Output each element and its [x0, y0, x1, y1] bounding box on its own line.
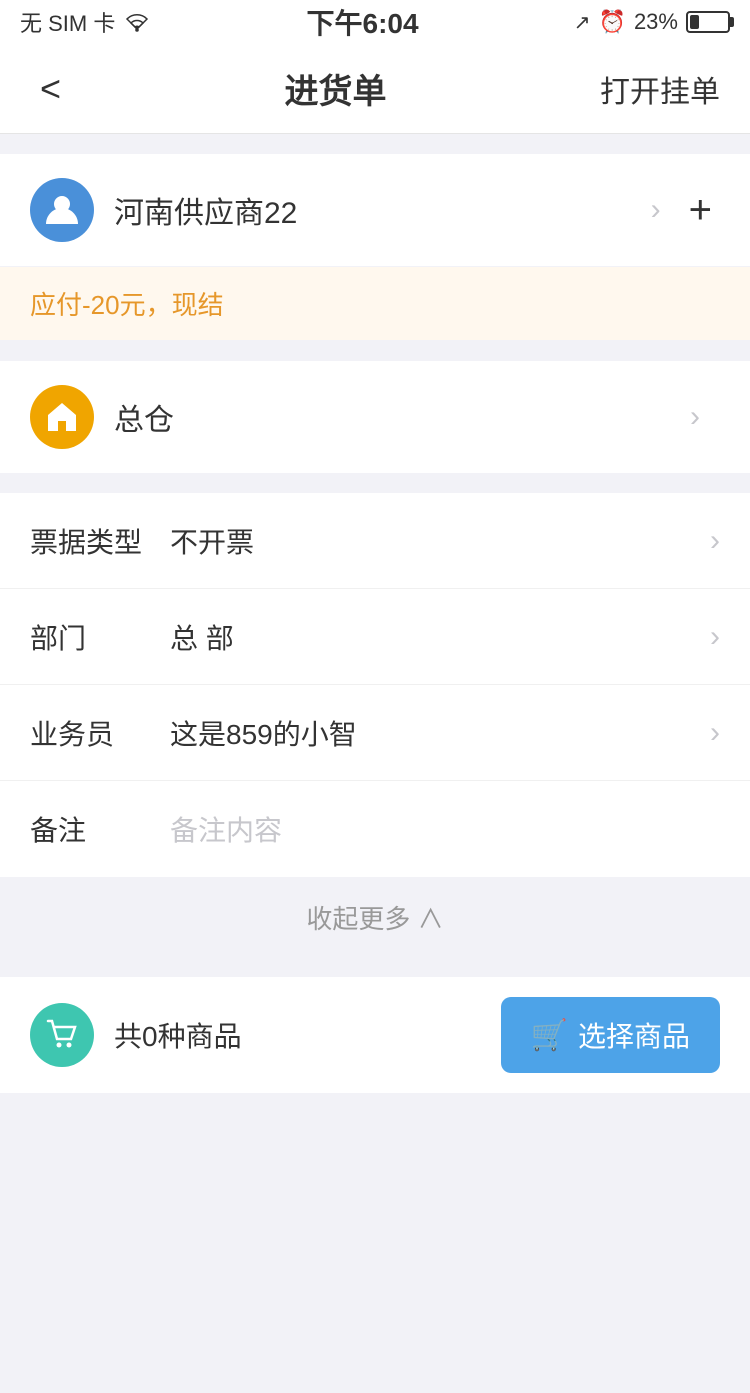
- battery-text: 23%: [634, 9, 678, 35]
- battery-icon: [686, 11, 730, 33]
- supplier-row[interactable]: 河南供应商22 › +: [0, 154, 750, 267]
- product-count: 共0种商品: [114, 1015, 501, 1055]
- salesperson-value: 这是859的小智: [150, 713, 710, 753]
- alert-banner: 应付-20元，现结: [0, 267, 750, 340]
- back-button[interactable]: <: [30, 58, 71, 120]
- invoice-type-chevron-icon: ›: [710, 524, 720, 558]
- carrier-text: 无 SIM 卡: [20, 6, 115, 38]
- section-gap-2: [0, 340, 750, 360]
- supplier-chevron-icon: ›: [651, 193, 661, 227]
- select-btn-label: 选择商品: [578, 1015, 690, 1055]
- form-section: 票据类型 不开票 › 部门 总 部 › 业务员 这是859的小智 › 备注 备注…: [0, 493, 750, 877]
- invoice-type-label: 票据类型: [30, 521, 150, 561]
- department-label: 部门: [30, 617, 150, 657]
- warehouse-chevron-icon: ›: [690, 400, 700, 434]
- status-right: ↗ ⏰ 23%: [574, 9, 730, 35]
- invoice-type-row[interactable]: 票据类型 不开票 ›: [0, 493, 750, 589]
- alarm-icon: ⏰: [599, 9, 626, 35]
- select-product-button[interactable]: 🛒 选择商品: [501, 997, 720, 1073]
- section-gap-1: [0, 134, 750, 154]
- collapse-row[interactable]: 收起更多 ∧: [0, 877, 750, 957]
- warehouse-icon: [30, 385, 94, 449]
- collapse-label: 收起更多 ∧: [306, 899, 443, 936]
- add-button[interactable]: +: [681, 188, 720, 233]
- remark-label: 备注: [30, 809, 150, 849]
- warehouse-row[interactable]: 总仓 ›: [0, 360, 750, 473]
- select-btn-icon: 🛒: [531, 1018, 568, 1053]
- department-row[interactable]: 部门 总 部 ›: [0, 589, 750, 685]
- location-icon: ↗: [574, 10, 591, 35]
- bottom-bar: 共0种商品 🛒 选择商品: [0, 977, 750, 1093]
- cart-icon: [44, 1017, 80, 1053]
- invoice-type-value: 不开票: [150, 521, 710, 561]
- salesperson-chevron-icon: ›: [710, 716, 720, 750]
- salesperson-row[interactable]: 业务员 这是859的小智 ›: [0, 685, 750, 781]
- nav-bar: < 进货单 打开挂单: [0, 44, 750, 134]
- warehouse-section: 总仓 ›: [0, 360, 750, 473]
- status-time: 下午6:04: [307, 2, 419, 42]
- page-title: 进货单: [285, 64, 387, 113]
- supplier-name: 河南供应商22: [114, 188, 651, 232]
- status-left: 无 SIM 卡: [20, 6, 151, 38]
- home-icon: [44, 399, 80, 435]
- person-icon: [44, 192, 80, 228]
- remark-value: 备注内容: [150, 809, 720, 849]
- department-chevron-icon: ›: [710, 620, 720, 654]
- wifi-icon: [123, 11, 151, 33]
- warehouse-name: 总仓: [114, 395, 690, 439]
- alert-text: 应付-20元，现结: [30, 290, 224, 320]
- supplier-avatar: [30, 178, 94, 242]
- remark-row[interactable]: 备注 备注内容: [0, 781, 750, 877]
- status-bar: 无 SIM 卡 下午6:04 ↗ ⏰ 23%: [0, 0, 750, 44]
- remaining-background: [0, 1093, 750, 1393]
- salesperson-label: 业务员: [30, 713, 150, 753]
- product-icon: [30, 1003, 94, 1067]
- department-value: 总 部: [150, 617, 710, 657]
- open-pending-button[interactable]: 打开挂单: [600, 67, 720, 111]
- supplier-section: 河南供应商22 › + 应付-20元，现结: [0, 154, 750, 340]
